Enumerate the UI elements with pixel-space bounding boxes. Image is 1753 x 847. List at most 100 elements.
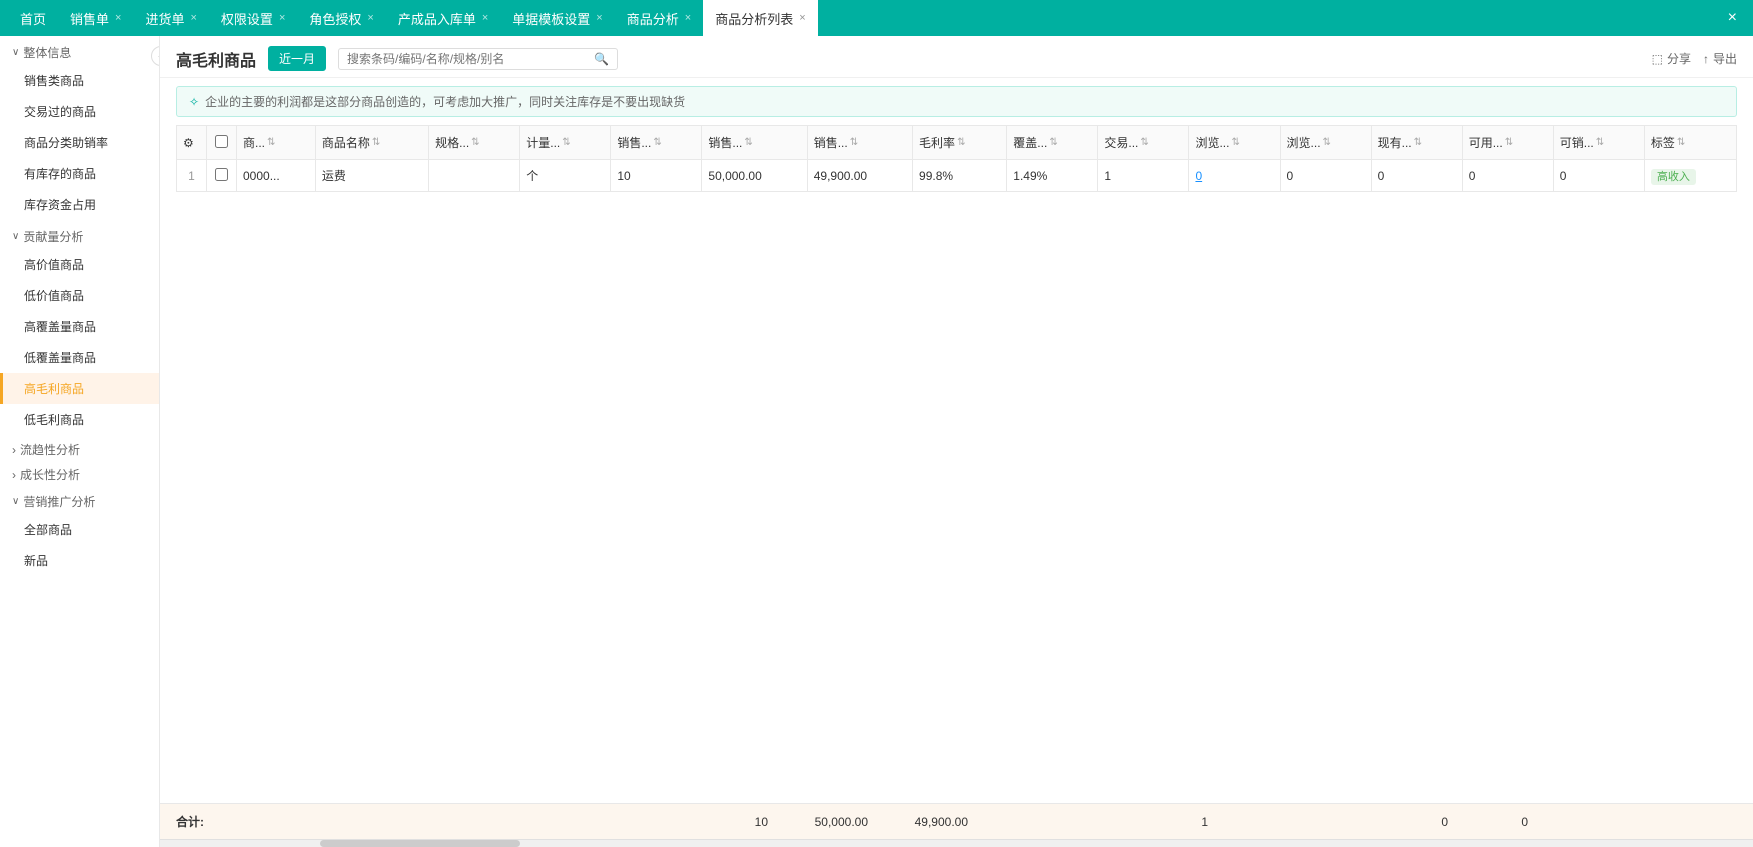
info-banner: ✧ 企业的主要的利润都是这部分商品创造的，可考虑加大推广，同时关注库存是不要出现… [176,86,1737,117]
nav-permissions[interactable]: 权限设置 × [209,0,297,36]
footer-transactions: 1 [1136,815,1216,829]
col-views2[interactable]: 浏览... ⇅ [1280,126,1371,160]
nav-close-icon[interactable]: × [279,12,285,24]
search-input[interactable] [347,52,594,66]
col-sales-amount[interactable]: 销售... ⇅ [702,126,807,160]
col-views1[interactable]: 浏览... ⇅ [1189,126,1280,160]
row-sales-qty: 10 [611,160,702,192]
nav-close-window[interactable]: × [1720,9,1745,27]
nav-role-auth[interactable]: 角色授权 × [297,0,385,36]
nav-close-icon[interactable]: × [190,12,196,24]
nav-template-settings[interactable]: 单据模板设置 × [500,0,614,36]
sort-icon: ⇅ [1677,137,1685,148]
nav-close-icon[interactable]: × [596,12,602,24]
info-icon: ✧ [189,95,199,109]
nav-product-analysis[interactable]: 商品分析 × [615,0,703,36]
footer-total-label: 合计: [176,813,296,830]
data-table: ⚙ 商... ⇅ 商品名称 [176,125,1737,192]
row-saleable: 0 [1553,160,1644,192]
footer-sales-amount: 50,000.00 [776,815,876,829]
select-all-checkbox[interactable] [215,135,228,148]
row-unit: 个 [520,160,611,192]
nav-close-icon[interactable]: × [482,12,488,24]
share-button[interactable]: ⬚ 分享 [1652,50,1691,67]
sort-icon: ⇅ [1505,137,1513,148]
search-icon[interactable]: 🔍 [594,52,609,66]
row-checkbox[interactable] [215,168,228,181]
nav-close-icon[interactable]: × [367,12,373,24]
col-current-stock[interactable]: 现有... ⇅ [1371,126,1462,160]
time-filter-button[interactable]: 近一月 [268,46,326,71]
nav-sales-order[interactable]: 销售单 × [58,0,133,36]
sidebar-group-trend[interactable]: › 流趋性分析 [0,435,159,460]
nav-product-analysis-list[interactable]: 商品分析列表 × [703,0,817,36]
sidebar-group-growth[interactable]: › 成长性分析 [0,460,159,485]
nav-close-icon[interactable]: × [685,12,691,24]
sidebar-group-marketing[interactable]: ∨ 营销推广分析 [0,485,159,514]
export-button[interactable]: ↑ 导出 [1703,50,1737,67]
sort-icon: ⇅ [1596,137,1604,148]
col-unit[interactable]: 计量... ⇅ [520,126,611,160]
sidebar-item-high-value[interactable]: 高价值商品 [0,249,159,280]
nav-close-icon[interactable]: × [799,12,805,24]
scrollbar-thumb[interactable] [320,840,520,847]
sidebar-item-low-coverage[interactable]: 低覆盖量商品 [0,342,159,373]
col-settings[interactable]: ⚙ [177,126,207,160]
sidebar-item-high-coverage[interactable]: 高覆盖量商品 [0,311,159,342]
footer-available: 0 [1456,815,1536,829]
share-icon: ⬚ [1652,52,1663,66]
col-code[interactable]: 商... ⇅ [237,126,316,160]
row-current-stock: 0 [1371,160,1462,192]
col-available[interactable]: 可用... ⇅ [1462,126,1553,160]
sidebar-group-contribution[interactable]: ∨ 贡献量分析 [0,220,159,249]
row-views1[interactable]: 0 [1189,160,1280,192]
sort-icon: ⇅ [1049,137,1057,148]
row-checkbox-cell[interactable] [207,160,237,192]
nav-home[interactable]: 首页 [8,0,58,36]
search-box: 🔍 [338,48,618,70]
col-sales-cost[interactable]: 销售... ⇅ [807,126,912,160]
sidebar-item-low-margin[interactable]: 低毛利商品 [0,404,159,435]
col-spec[interactable]: 规格... ⇅ [429,126,520,160]
footer-current-stock: 0 [1376,815,1456,829]
row-name: 运费 [315,160,428,192]
col-transactions[interactable]: 交易... ⇅ [1098,126,1189,160]
row-tag: 高收入 [1644,160,1736,192]
nav-close-icon[interactable]: × [115,12,121,24]
col-saleable[interactable]: 可销... ⇅ [1553,126,1644,160]
sidebar-group-overall[interactable]: ∨ 整体信息 [0,36,159,65]
sidebar-item-traded-goods[interactable]: 交易过的商品 [0,96,159,127]
sidebar-item-low-value[interactable]: 低价值商品 [0,280,159,311]
col-name[interactable]: 商品名称 ⇅ [315,126,428,160]
nav-purchase-order[interactable]: 进货单 × [133,0,208,36]
page-title: 高毛利商品 [176,47,256,71]
col-sales-qty[interactable]: 销售... ⇅ [611,126,702,160]
col-gross-margin[interactable]: 毛利率 ⇅ [913,126,1007,160]
col-checkbox[interactable] [207,126,237,160]
export-icon: ↑ [1703,52,1709,66]
sidebar-item-all-goods[interactable]: 全部商品 [0,514,159,545]
sidebar-group-arrow: ∨ [12,496,19,507]
row-spec [429,160,520,192]
sort-icon: ⇅ [372,137,380,148]
info-text: 企业的主要的利润都是这部分商品创造的，可考虑加大推广，同时关注库存是不要出现缺货 [205,93,685,110]
nav-product-inbound[interactable]: 产成品入库单 × [386,0,500,36]
sort-icon: ⇅ [1140,137,1148,148]
col-coverage[interactable]: 覆盖... ⇅ [1007,126,1098,160]
sort-icon: ⇅ [267,137,275,148]
sidebar-item-in-stock-goods[interactable]: 有库存的商品 [0,158,159,189]
table-row: 1 0000... 运费 个 10 50,000.00 49,900.00 99… [177,160,1737,192]
sidebar-item-category-rate[interactable]: 商品分类助销率 [0,127,159,158]
top-navigation: 首页 销售单 × 进货单 × 权限设置 × 角色授权 × 产成品入库单 × 单据… [0,0,1753,36]
bottom-scrollbar[interactable] [160,839,1753,847]
row-sales-cost: 49,900.00 [807,160,912,192]
sidebar-item-sales-goods[interactable]: 销售类商品 [0,65,159,96]
sort-icon: ⇅ [1323,137,1331,148]
sidebar-item-stock-capital[interactable]: 库存资金占用 [0,189,159,220]
footer-sales-qty: 10 [696,815,776,829]
sidebar-item-new-goods[interactable]: 新品 [0,545,159,576]
col-tag[interactable]: 标签 ⇅ [1644,126,1736,160]
sidebar-item-high-margin[interactable]: 高毛利商品 [0,373,159,404]
row-num: 1 [177,160,207,192]
row-gross-margin: 99.8% [913,160,1007,192]
